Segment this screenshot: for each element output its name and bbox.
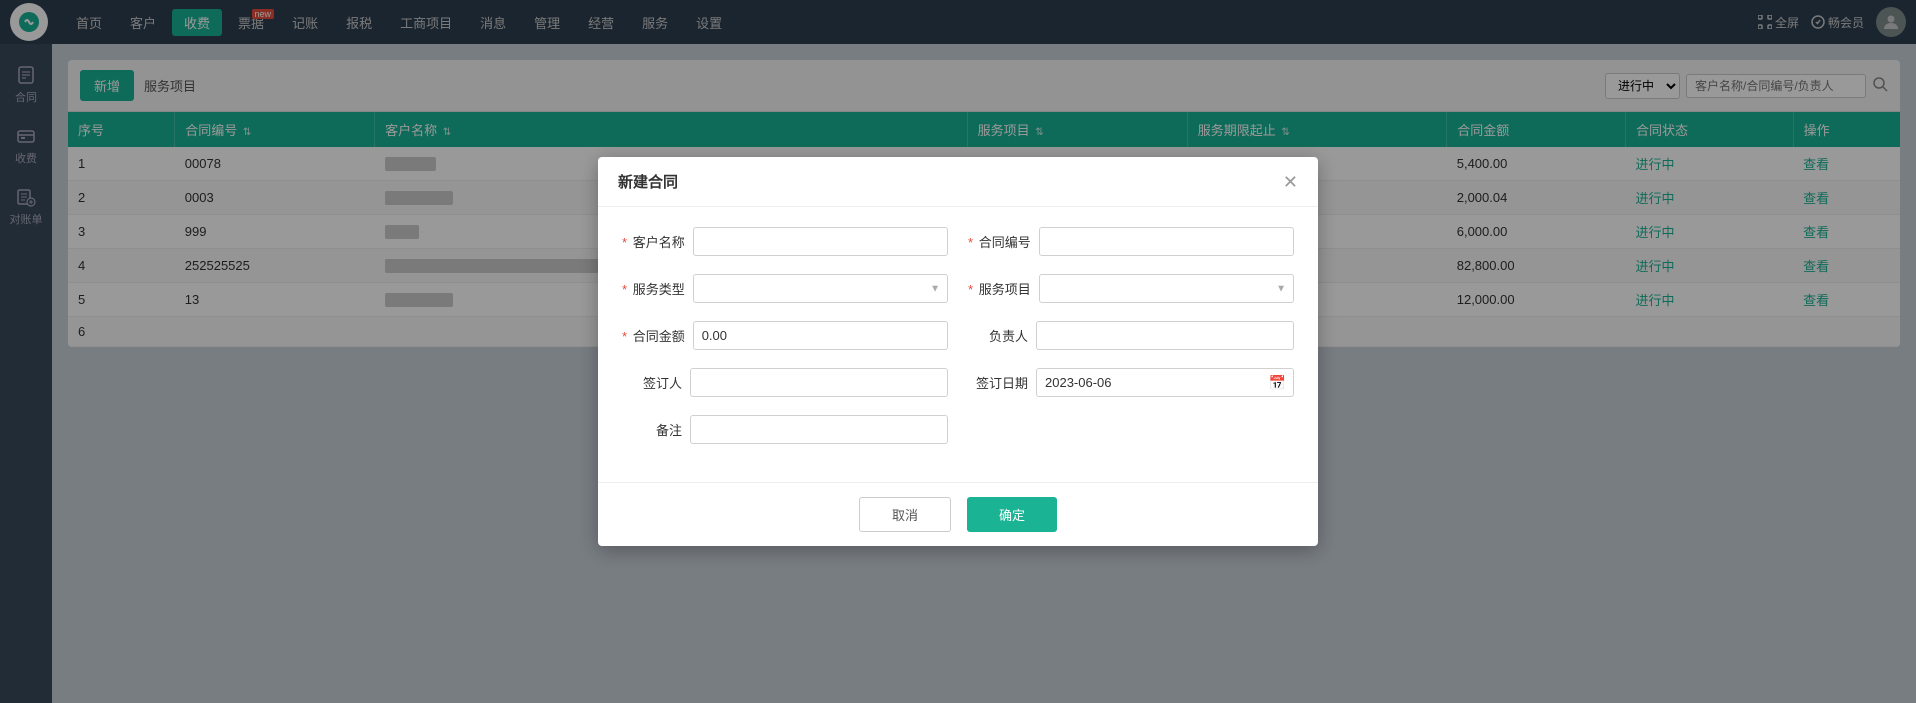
field-contract-no: * 合同编号 xyxy=(968,227,1294,256)
field-contract-amount: * 合同金额 xyxy=(622,321,948,350)
input-remark[interactable] xyxy=(690,415,948,444)
label-customer-name: * 客户名称 xyxy=(622,232,685,251)
label-service-type: * 服务类型 xyxy=(622,279,685,298)
label-contract-amount: * 合同金额 xyxy=(622,326,685,345)
input-responsible[interactable] xyxy=(1036,321,1294,350)
modal-body: * 客户名称 * 合同编号 * 服 xyxy=(598,207,1318,482)
input-signer[interactable] xyxy=(690,368,948,397)
modal-footer: 取消 确定 xyxy=(598,482,1318,546)
field-signer: 签订人 xyxy=(622,368,948,397)
confirm-button[interactable]: 确定 xyxy=(967,497,1057,532)
modal-header: 新建合同 ✕ xyxy=(598,157,1318,207)
modal-close-button[interactable]: ✕ xyxy=(1283,173,1298,191)
service-type-select-wrap: ▼ xyxy=(693,274,948,303)
service-item-select-wrap: ▼ xyxy=(1039,274,1294,303)
form-row-3: * 合同金额 负责人 xyxy=(622,321,1294,350)
label-service-item: * 服务项目 xyxy=(968,279,1031,298)
modal-overlay[interactable]: 新建合同 ✕ * 客户名称 * 合同编号 xyxy=(0,0,1916,703)
sign-date-wrap: 📅 xyxy=(1036,368,1294,397)
input-contract-no[interactable] xyxy=(1039,227,1294,256)
label-contract-no: * 合同编号 xyxy=(968,232,1031,251)
field-placeholder xyxy=(968,415,1294,444)
field-sign-date: 签订日期 📅 xyxy=(968,368,1294,397)
select-service-item[interactable] xyxy=(1039,274,1294,303)
label-signer: 签订人 xyxy=(622,373,682,392)
field-responsible: 负责人 xyxy=(968,321,1294,350)
label-responsible: 负责人 xyxy=(968,326,1028,345)
form-row-5: 备注 xyxy=(622,415,1294,444)
field-remark: 备注 xyxy=(622,415,948,444)
cancel-button[interactable]: 取消 xyxy=(859,497,951,532)
label-sign-date: 签订日期 xyxy=(968,373,1028,392)
form-row-2: * 服务类型 ▼ * 服务项目 ▼ xyxy=(622,274,1294,303)
field-customer-name: * 客户名称 xyxy=(622,227,948,256)
select-service-type[interactable] xyxy=(693,274,948,303)
field-service-item: * 服务项目 ▼ xyxy=(968,274,1294,303)
form-row-4: 签订人 签订日期 📅 xyxy=(622,368,1294,397)
input-customer-name[interactable] xyxy=(693,227,948,256)
input-sign-date[interactable] xyxy=(1036,368,1294,397)
form-row-1: * 客户名称 * 合同编号 xyxy=(622,227,1294,256)
input-contract-amount[interactable] xyxy=(693,321,948,350)
new-contract-modal: 新建合同 ✕ * 客户名称 * 合同编号 xyxy=(598,157,1318,546)
label-remark: 备注 xyxy=(622,420,682,439)
field-service-type: * 服务类型 ▼ xyxy=(622,274,948,303)
modal-title: 新建合同 xyxy=(618,171,678,192)
